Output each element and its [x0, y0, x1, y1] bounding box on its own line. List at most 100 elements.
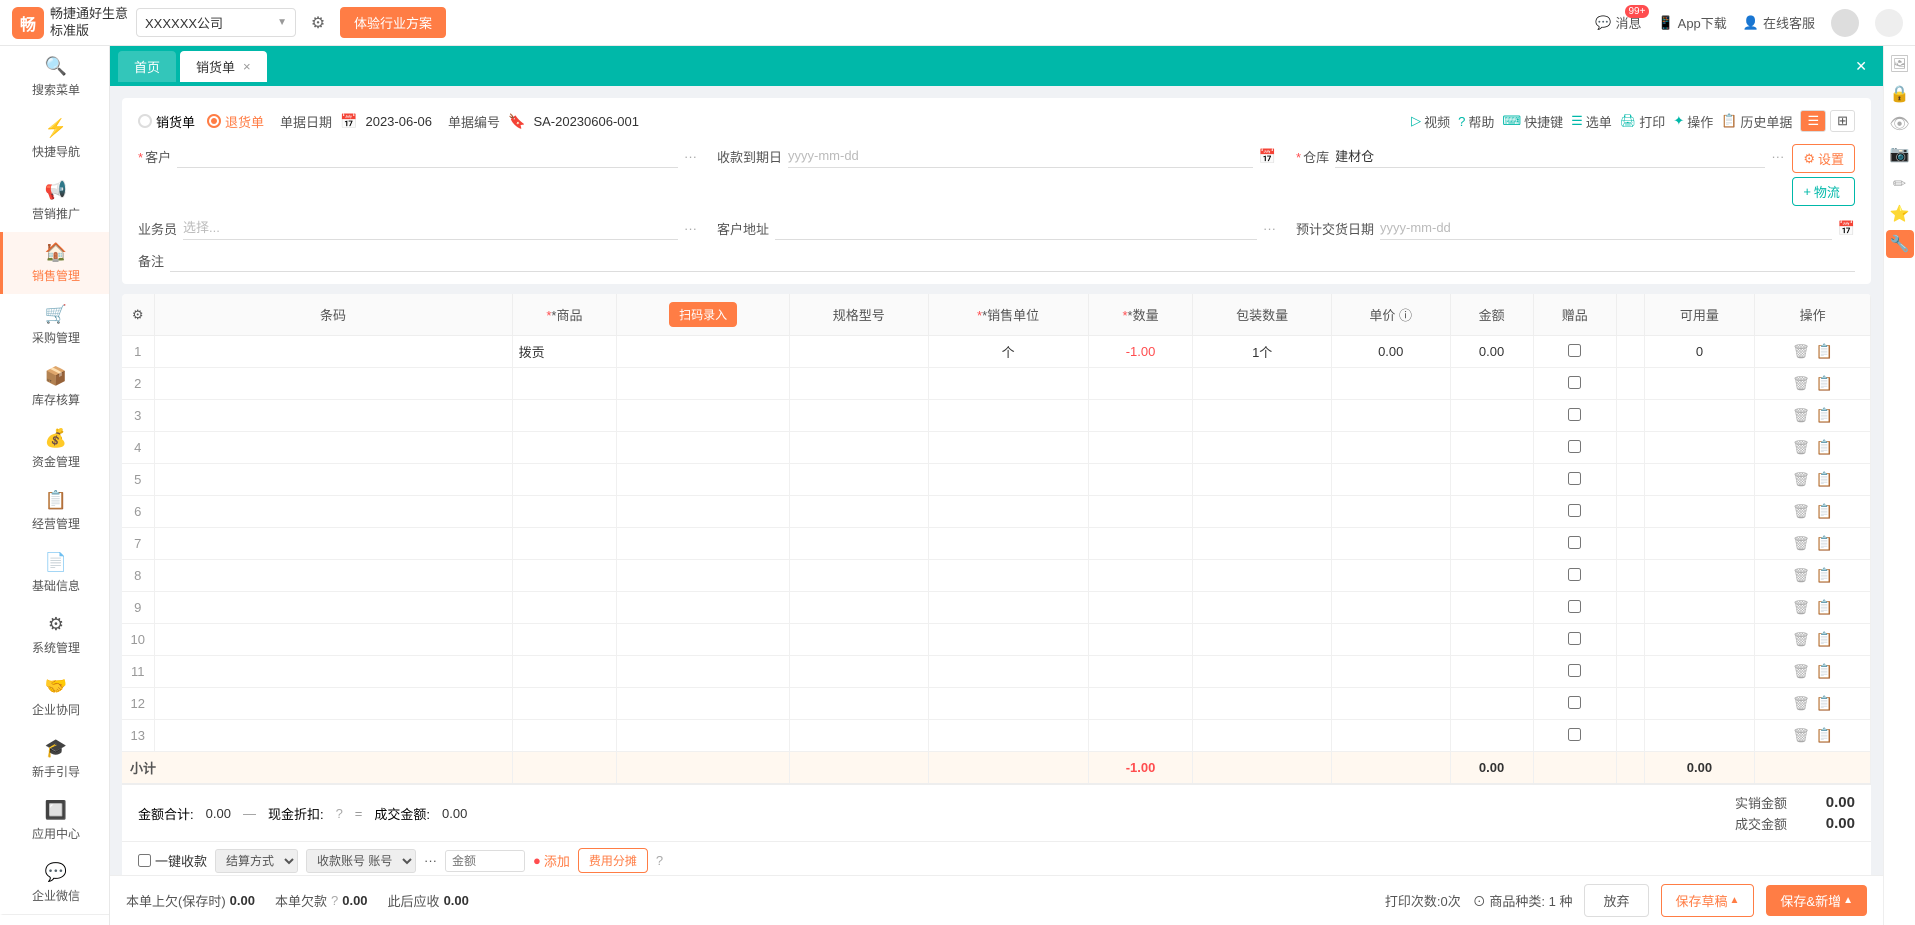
one-click-checkbox-input[interactable] [138, 854, 151, 867]
row-copy-icon[interactable]: 📋 [1816, 631, 1833, 648]
row-gift[interactable] [1533, 624, 1616, 656]
app-download-button[interactable]: 📱 App下载 [1657, 13, 1726, 32]
customer-input[interactable] [177, 144, 678, 168]
sidebar-item-finance[interactable]: 💰 资金管理 [0, 418, 109, 480]
settings-button[interactable]: ⚙ [304, 9, 332, 37]
row-barcode[interactable] [154, 432, 512, 464]
row-gift[interactable] [1533, 528, 1616, 560]
address-dots[interactable]: ··· [1263, 221, 1276, 236]
row-product[interactable] [512, 720, 617, 752]
sidebar-item-quick-nav[interactable]: ⚡ 快捷导航 [0, 108, 109, 170]
tab-close-button[interactable]: × [243, 59, 251, 74]
row-qty[interactable] [1088, 368, 1193, 400]
row-barcode[interactable] [154, 624, 512, 656]
company-selector[interactable]: XXXXXX公司 ▼ [136, 8, 296, 37]
expense-help-icon[interactable]: ? [656, 853, 663, 868]
row-gift[interactable] [1533, 432, 1616, 464]
trial-button[interactable]: 体验行业方案 [340, 7, 446, 38]
row-copy-icon[interactable]: 📋 [1816, 375, 1833, 392]
row-qty[interactable] [1088, 656, 1193, 688]
row-product[interactable] [512, 688, 617, 720]
row-qty[interactable] [1088, 560, 1193, 592]
row-copy-icon[interactable]: 📋 [1816, 439, 1833, 456]
row-qty[interactable] [1088, 624, 1193, 656]
sidebar-item-search[interactable]: 🔍 搜索菜单 [0, 46, 109, 108]
row-price[interactable] [1331, 560, 1450, 592]
row-copy-icon[interactable]: 📋 [1816, 471, 1833, 488]
row-delete-icon[interactable]: 🗑 [1792, 727, 1810, 744]
row-price[interactable] [1331, 720, 1450, 752]
online-support-button[interactable]: 👤 在线客服 [1743, 13, 1815, 32]
sidebar-item-management[interactable]: 📋 经营管理 [0, 480, 109, 542]
row-product[interactable] [512, 496, 617, 528]
sidebar-item-enterprise[interactable]: 🤝 企业协同 [0, 666, 109, 728]
right-panel-tool-icon[interactable]: 🔧 [1886, 230, 1914, 258]
row-copy-icon[interactable]: 📋 [1816, 407, 1833, 424]
salesperson-dots[interactable]: ··· [684, 221, 697, 236]
one-click-payment-checkbox[interactable]: 一键收款 [138, 851, 207, 870]
payment-amount-input[interactable] [445, 850, 525, 872]
sidebar-item-system[interactable]: ⚙ 系统管理 [0, 604, 109, 666]
row-copy-icon[interactable]: 📋 [1816, 727, 1833, 744]
customer-dots[interactable]: ··· [684, 149, 697, 164]
row-spec[interactable] [789, 432, 928, 464]
row-spec[interactable] [789, 336, 928, 368]
row-gift[interactable] [1533, 400, 1616, 432]
row-spec[interactable] [789, 592, 928, 624]
row-gift[interactable] [1533, 656, 1616, 688]
row-price[interactable] [1331, 624, 1450, 656]
expense-split-button[interactable]: 费用分摊 [578, 848, 648, 873]
row-copy-icon[interactable]: 📋 [1816, 343, 1833, 360]
expected-delivery-input[interactable] [1380, 216, 1832, 240]
row-spec[interactable] [789, 528, 928, 560]
right-panel-camera-icon[interactable]: 📷 [1886, 140, 1914, 168]
right-panel-image-icon[interactable]: 🖼 [1886, 50, 1914, 78]
right-panel-eye-icon[interactable]: 👁 [1886, 110, 1914, 138]
row-barcode[interactable] [154, 368, 512, 400]
note-input[interactable] [170, 248, 1855, 272]
sidebar-item-marketing[interactable]: 📢 营销推广 [0, 170, 109, 232]
video-action[interactable]: ▷ 视频 [1411, 112, 1450, 131]
salesperson-input[interactable] [183, 216, 678, 240]
row-copy-icon[interactable]: 📋 [1816, 695, 1833, 712]
row-price[interactable] [1331, 656, 1450, 688]
view-grid-button[interactable]: ⊞ [1830, 110, 1855, 132]
shortcut-action[interactable]: ⌨ 快捷键 [1502, 112, 1563, 131]
sidebar-item-sales[interactable]: 🏠 销售管理 [0, 232, 109, 294]
row-qty[interactable] [1088, 464, 1193, 496]
logistics-button[interactable]: + 物流 [1792, 177, 1855, 206]
row-qty[interactable] [1088, 528, 1193, 560]
row-gift[interactable] [1533, 464, 1616, 496]
right-panel-star-icon[interactable]: ⭐ [1886, 200, 1914, 228]
scan-button[interactable]: 扫码录入 [669, 302, 737, 327]
row-product[interactable] [512, 368, 617, 400]
row-price[interactable] [1331, 528, 1450, 560]
row-gift[interactable] [1533, 336, 1616, 368]
row-qty[interactable] [1088, 688, 1193, 720]
row-barcode[interactable] [154, 720, 512, 752]
payment-account-select[interactable]: 收款账号 账号 [306, 849, 416, 873]
row-price[interactable]: 0.00 [1331, 336, 1450, 368]
add-payment-button[interactable]: ● 添加 [533, 851, 570, 870]
sidebar-item-wechat[interactable]: 💬 企业微信 [0, 852, 109, 914]
row-gift[interactable] [1533, 720, 1616, 752]
warehouse-dots[interactable]: ··· [1771, 149, 1784, 164]
row-qty[interactable] [1088, 720, 1193, 752]
row-barcode[interactable] [154, 560, 512, 592]
col-settings[interactable]: ⚙ [122, 294, 154, 336]
row-copy-icon[interactable]: 📋 [1816, 535, 1833, 552]
row-price[interactable] [1331, 496, 1450, 528]
customer-address-input[interactable] [775, 216, 1257, 240]
sidebar-item-inventory[interactable]: 📦 库存核算 [0, 356, 109, 418]
row-copy-icon[interactable]: 📋 [1816, 567, 1833, 584]
row-spec[interactable] [789, 624, 928, 656]
row-qty[interactable] [1088, 592, 1193, 624]
cash-discount-help-icon[interactable]: ? [336, 806, 343, 821]
row-spec[interactable] [789, 560, 928, 592]
row-delete-icon[interactable]: 🗑 [1792, 695, 1810, 712]
row-qty[interactable] [1088, 400, 1193, 432]
row-delete-icon[interactable]: 🗑 [1792, 471, 1810, 488]
payment-due-calendar-icon[interactable]: 📅 [1259, 148, 1276, 165]
avatar[interactable] [1831, 9, 1859, 37]
view-list-button[interactable]: ☰ [1800, 110, 1826, 132]
